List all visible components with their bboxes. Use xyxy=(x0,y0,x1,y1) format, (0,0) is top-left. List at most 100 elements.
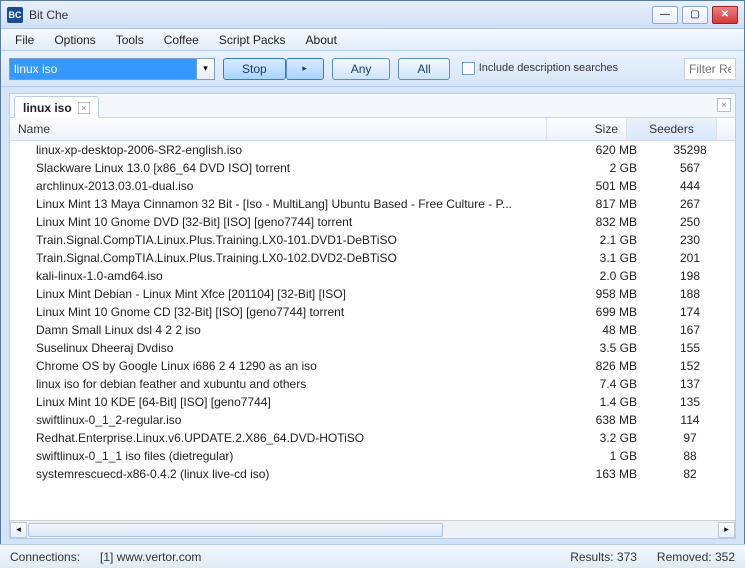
any-button[interactable]: Any xyxy=(332,58,391,80)
cell-name: Chrome OS by Google Linux i686 2 4 1290 … xyxy=(10,358,565,374)
cell-size: 2.1 GB xyxy=(565,232,645,248)
stop-dropdown-button[interactable]: ▸ xyxy=(286,58,324,80)
cell-size: 958 MB xyxy=(565,286,645,302)
filter-input[interactable] xyxy=(684,58,736,80)
cell-name: linux iso for debian feather and xubuntu… xyxy=(10,376,565,392)
cell-seeders: 35298 xyxy=(645,142,735,158)
cell-seeders: 88 xyxy=(645,448,735,464)
table-row[interactable]: Redhat.Enterprise.Linux.v6.UPDATE.2.X86_… xyxy=(10,429,735,447)
cell-name: Slackware Linux 13.0 [x86_64 DVD ISO] to… xyxy=(10,160,565,176)
cell-size: 817 MB xyxy=(565,196,645,212)
table-row[interactable]: Linux Mint 10 KDE [64-Bit] [ISO] [geno77… xyxy=(10,393,735,411)
cell-seeders: 167 xyxy=(645,322,735,338)
cell-size: 163 MB xyxy=(565,466,645,482)
cell-seeders: 97 xyxy=(645,430,735,446)
cell-seeders: 135 xyxy=(645,394,735,410)
status-removed: Removed: 352 xyxy=(657,550,735,564)
cell-seeders: 82 xyxy=(645,466,735,482)
cell-size: 501 MB xyxy=(565,178,645,194)
table-row[interactable]: Train.Signal.CompTIA.Linux.Plus.Training… xyxy=(10,249,735,267)
minimize-button[interactable]: — xyxy=(652,6,678,24)
menu-coffee[interactable]: Coffee xyxy=(154,31,209,49)
table-row[interactable]: linux-xp-desktop-2006-SR2-english.iso620… xyxy=(10,141,735,159)
scroll-track[interactable] xyxy=(27,522,718,538)
scroll-right-icon[interactable]: ▸ xyxy=(718,522,735,538)
toolbar: ▾ Stop ▸ Any All Include description sea… xyxy=(1,51,744,87)
menu-options[interactable]: Options xyxy=(44,31,105,49)
horizontal-scrollbar[interactable]: ◂ ▸ xyxy=(10,520,735,538)
cell-seeders: 230 xyxy=(645,232,735,248)
cell-seeders: 198 xyxy=(645,268,735,284)
cell-size: 620 MB xyxy=(565,142,645,158)
menu-file[interactable]: File xyxy=(5,31,44,49)
cell-size: 3.2 GB xyxy=(565,430,645,446)
table-row[interactable]: Linux Mint 10 Gnome CD [32-Bit] [ISO] [g… xyxy=(10,303,735,321)
table-row[interactable]: Suselinux Dheeraj Dvdiso3.5 GB155 xyxy=(10,339,735,357)
table-row[interactable]: archlinux-2013.03.01-dual.iso501 MB444 xyxy=(10,177,735,195)
cell-size: 3.1 GB xyxy=(565,250,645,266)
tab-close-icon[interactable]: × xyxy=(78,102,90,114)
cell-seeders: 567 xyxy=(645,160,735,176)
table-row[interactable]: Linux Mint Debian - Linux Mint Xfce [201… xyxy=(10,285,735,303)
cell-name: Linux Mint Debian - Linux Mint Xfce [201… xyxy=(10,286,565,302)
include-description-wrap: Include description searches xyxy=(462,62,618,75)
pane-close-icon[interactable]: × xyxy=(717,98,731,112)
table-row[interactable]: Damn Small Linux dsl 4 2 2 iso48 MB167 xyxy=(10,321,735,339)
maximize-button[interactable]: ▢ xyxy=(682,6,708,24)
menu-bar: File Options Tools Coffee Script Packs A… xyxy=(1,29,744,51)
title-bar: BC Bit Che — ▢ ✕ xyxy=(1,1,744,29)
cell-name: Train.Signal.CompTIA.Linux.Plus.Training… xyxy=(10,250,565,266)
all-button[interactable]: All xyxy=(398,58,449,80)
column-seeders[interactable]: Seeders xyxy=(627,118,717,140)
cell-size: 699 MB xyxy=(565,304,645,320)
cell-size: 2.0 GB xyxy=(565,268,645,284)
menu-script-packs[interactable]: Script Packs xyxy=(209,31,296,49)
close-button[interactable]: ✕ xyxy=(712,6,738,24)
cell-name: Train.Signal.CompTIA.Linux.Plus.Training… xyxy=(10,232,565,248)
cell-size: 3.5 GB xyxy=(565,340,645,356)
cell-name: swiftlinux-0_1_2-regular.iso xyxy=(10,412,565,428)
results-table: Name Size Seeders linux-xp-desktop-2006-… xyxy=(10,118,735,538)
cell-name: swiftlinux-0_1_1 iso files (dietregular) xyxy=(10,448,565,464)
cell-size: 1 GB xyxy=(565,448,645,464)
table-row[interactable]: kali-linux-1.0-amd64.iso2.0 GB198 xyxy=(10,267,735,285)
menu-tools[interactable]: Tools xyxy=(106,31,154,49)
cell-name: systemrescuecd-x86-0.4.2 (linux live-cd … xyxy=(10,466,565,482)
table-row[interactable]: linux iso for debian feather and xubuntu… xyxy=(10,375,735,393)
cell-name: Linux Mint 13 Maya Cinnamon 32 Bit - [Is… xyxy=(10,196,565,212)
column-size[interactable]: Size xyxy=(547,118,627,140)
scroll-thumb[interactable] xyxy=(28,523,443,537)
cell-seeders: 188 xyxy=(645,286,735,302)
cell-size: 2 GB xyxy=(565,160,645,176)
table-row[interactable]: swiftlinux-0_1_2-regular.iso638 MB114 xyxy=(10,411,735,429)
cell-size: 832 MB xyxy=(565,214,645,230)
table-row[interactable]: Linux Mint 10 Gnome DVD [32-Bit] [ISO] [… xyxy=(10,213,735,231)
cell-seeders: 174 xyxy=(645,304,735,320)
cell-name: Damn Small Linux dsl 4 2 2 iso xyxy=(10,322,565,338)
stop-button-group: Stop ▸ xyxy=(223,58,324,80)
table-body[interactable]: linux-xp-desktop-2006-SR2-english.iso620… xyxy=(10,141,735,520)
search-input[interactable] xyxy=(9,58,197,80)
table-row[interactable]: Slackware Linux 13.0 [x86_64 DVD ISO] to… xyxy=(10,159,735,177)
column-spacer xyxy=(717,118,735,140)
scroll-left-icon[interactable]: ◂ xyxy=(10,522,27,538)
include-description-checkbox[interactable] xyxy=(462,62,475,75)
table-row[interactable]: swiftlinux-0_1_1 iso files (dietregular)… xyxy=(10,447,735,465)
cell-size: 638 MB xyxy=(565,412,645,428)
table-row[interactable]: systemrescuecd-x86-0.4.2 (linux live-cd … xyxy=(10,465,735,483)
menu-about[interactable]: About xyxy=(296,31,347,49)
cell-seeders: 137 xyxy=(645,376,735,392)
column-name[interactable]: Name xyxy=(10,118,547,140)
stop-button[interactable]: Stop xyxy=(223,58,286,80)
cell-name: Linux Mint 10 KDE [64-Bit] [ISO] [geno77… xyxy=(10,394,565,410)
status-connections-value: [1] www.vertor.com xyxy=(100,550,201,564)
table-row[interactable]: Chrome OS by Google Linux i686 2 4 1290 … xyxy=(10,357,735,375)
tab-linux-iso[interactable]: linux iso × xyxy=(14,96,99,118)
search-dropdown-button[interactable]: ▾ xyxy=(197,58,215,80)
tab-strip: linux iso × × xyxy=(10,94,735,118)
table-row[interactable]: Train.Signal.CompTIA.Linux.Plus.Training… xyxy=(10,231,735,249)
cell-name: Linux Mint 10 Gnome DVD [32-Bit] [ISO] [… xyxy=(10,214,565,230)
cell-seeders: 250 xyxy=(645,214,735,230)
cell-name: archlinux-2013.03.01-dual.iso xyxy=(10,178,565,194)
table-row[interactable]: Linux Mint 13 Maya Cinnamon 32 Bit - [Is… xyxy=(10,195,735,213)
